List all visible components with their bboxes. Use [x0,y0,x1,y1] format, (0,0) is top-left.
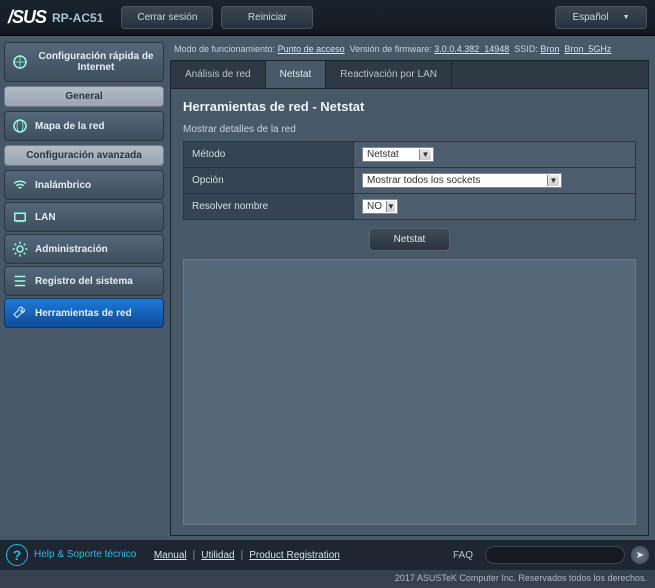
main-content: Modo de funcionamiento: Punto de acceso … [168,36,655,540]
dropdown-arrow-icon: ▼ [419,149,431,160]
label-method: Método [184,142,354,168]
panel-title: Herramientas de red - Netstat [183,99,636,114]
gear-icon [11,240,29,258]
sidebar-item-syslog[interactable]: Registro del sistema [4,266,164,296]
netstat-button[interactable]: Netstat [369,228,451,251]
sidebar-section-general: General [4,86,164,107]
output-textarea[interactable] [183,259,636,525]
operation-mode-link[interactable]: Punto de acceso [278,44,345,54]
header-bar: /SUS RP-AC51 Cerrar sesión Reiniciar Esp… [0,0,655,36]
registration-link[interactable]: Product Registration [249,550,340,561]
reboot-button[interactable]: Reiniciar [221,6,313,29]
sidebar-item-lan[interactable]: LAN [4,202,164,232]
dropdown-arrow-icon: ▼ [547,175,559,186]
sidebar: Configuración rápida de Internet General… [0,36,168,540]
wifi-icon [11,176,29,194]
method-select[interactable]: Netstat ▼ [362,147,434,162]
faq-link[interactable]: FAQ [453,550,473,561]
search-input[interactable] [485,546,625,564]
tab-bar: Análisis de red Netstat Reactivación por… [170,60,649,89]
label-option: Opción [184,168,354,194]
globe-arrow-icon [11,53,29,71]
panel-subtitle: Mostrar detalles de la red [183,124,636,135]
sidebar-item-admin[interactable]: Administración [4,234,164,264]
tab-network-analysis[interactable]: Análisis de red [171,61,266,88]
resolve-select[interactable]: NO ▼ [362,199,398,214]
ethernet-icon [11,208,29,226]
manual-link[interactable]: Manual [154,550,187,561]
sidebar-item-qis[interactable]: Configuración rápida de Internet [4,42,164,82]
status-line: Modo de funcionamiento: Punto de acceso … [170,40,649,60]
model-label: RP-AC51 [52,11,103,25]
sidebar-item-network-map[interactable]: Mapa de la red [4,111,164,141]
search-go-button[interactable]: ➤ [631,546,649,564]
logout-button[interactable]: Cerrar sesión [121,6,213,29]
tab-wol[interactable]: Reactivación por LAN [326,61,452,88]
panel: Herramientas de red - Netstat Mostrar de… [170,89,649,536]
brand-logo: /SUS [8,7,46,28]
label-resolve: Resolver nombre [184,194,354,220]
sidebar-section-advanced: Configuración avanzada [4,145,164,166]
tab-netstat[interactable]: Netstat [266,61,327,88]
sidebar-item-wireless[interactable]: Inalámbrico [4,170,164,200]
sidebar-item-network-tools[interactable]: Herramientas de red [4,298,164,328]
language-selector[interactable]: Español [555,6,647,29]
utility-link[interactable]: Utilidad [201,550,234,561]
globe-icon [11,117,29,135]
help-link[interactable]: Help & Soporte técnico [34,550,136,560]
help-icon[interactable]: ? [6,544,28,566]
option-select[interactable]: Mostrar todos los sockets ▼ [362,173,562,188]
tools-icon [11,304,29,322]
settings-table: Método Netstat ▼ Opción Mostrar to [183,141,636,220]
copyright-bar: 2017 ASUSTeK Computer Inc. Reservados to… [0,570,655,588]
list-icon [11,272,29,290]
ssid-link-2[interactable]: Bron_5GHz [564,44,611,54]
ssid-link-1[interactable]: Bron [540,44,559,54]
firmware-link[interactable]: 3.0.0.4.382_14948 [434,44,509,54]
footer-bar: ? Help & Soporte técnico Manual | Utilid… [0,540,655,570]
dropdown-arrow-icon: ▼ [386,201,395,212]
